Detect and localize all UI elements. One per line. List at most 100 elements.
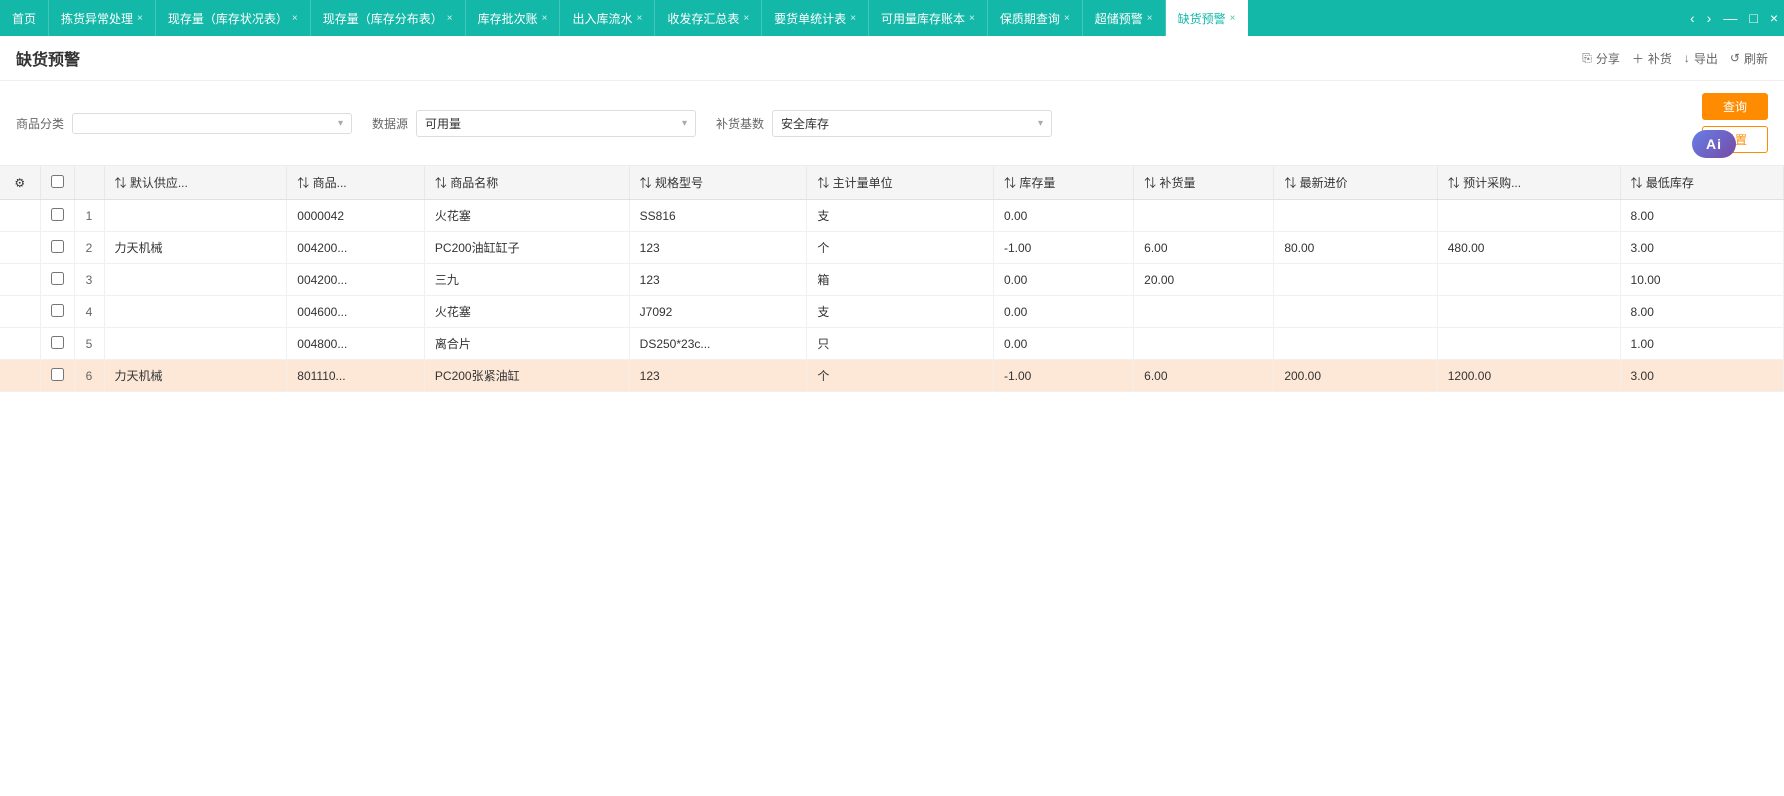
row-checkbox-cell[interactable] xyxy=(40,264,74,296)
close-icon[interactable]: × xyxy=(1147,13,1153,24)
tab-item-7[interactable]: 要货单统计表× xyxy=(762,0,869,36)
row-stock: -1.00 xyxy=(993,232,1133,264)
tab-label: 拣货异常处理 xyxy=(61,10,133,27)
col-default-supplier[interactable]: ⇅ 默认供应... xyxy=(104,166,287,200)
close-icon[interactable]: × xyxy=(542,13,548,24)
col-product-code[interactable]: ⇅ 商品... xyxy=(287,166,425,200)
row-estimated-purchase: 480.00 xyxy=(1437,232,1620,264)
row-min-stock: 3.00 xyxy=(1620,232,1783,264)
row-gear xyxy=(0,264,40,296)
datasource-select[interactable]: 可用量 ▾ xyxy=(416,110,696,137)
tab-item-5[interactable]: 出入库流水 × xyxy=(560,0,655,36)
share-button[interactable]: ⎘ 分享 xyxy=(1582,50,1620,67)
close-icon[interactable]: × xyxy=(969,13,975,24)
row-spec: 123 xyxy=(629,360,807,392)
sort-icon-6: ⇅ xyxy=(1004,176,1016,190)
col-stock[interactable]: ⇅ 库存量 xyxy=(993,166,1133,200)
close-icon[interactable]: × xyxy=(1230,13,1236,24)
col-estimated-purchase[interactable]: ⇅ 预计采购... xyxy=(1437,166,1620,200)
row-checkbox-cell[interactable] xyxy=(40,360,74,392)
page-title: 缺货预警 xyxy=(16,46,80,70)
ai-badge[interactable]: Ai xyxy=(1692,130,1736,158)
row-gear xyxy=(0,296,40,328)
col-min-stock[interactable]: ⇅ 最低库存 xyxy=(1620,166,1783,200)
datasource-label: 数据源 xyxy=(372,115,408,132)
row-gear xyxy=(0,360,40,392)
close-icon[interactable]: × xyxy=(447,13,453,24)
tab-item-2[interactable]: 现存量（库存状况表）× xyxy=(156,0,311,36)
row-replenish xyxy=(1134,328,1274,360)
row-unit: 支 xyxy=(807,200,994,232)
tab-item-0[interactable]: 首页 xyxy=(0,0,49,36)
filter-area: 商品分类 ▾ 数据源 可用量 ▾ 补货基数 安全库存 ▾ 查询 设置 xyxy=(0,81,1784,166)
row-checkbox-cell[interactable] xyxy=(40,200,74,232)
export-icon: ↓ xyxy=(1684,51,1690,65)
window-minimize-btn[interactable]: — xyxy=(1717,0,1743,36)
tab-nav-next[interactable]: › xyxy=(1701,0,1718,36)
tab-label: 出入库流水 xyxy=(572,10,632,27)
tab-nav-prev[interactable]: ‹ xyxy=(1684,0,1701,36)
replenish-button[interactable]: ＋ 补货 xyxy=(1632,50,1672,67)
row-product-code: 004600... xyxy=(287,296,425,328)
row-checkbox[interactable] xyxy=(51,304,64,317)
query-button[interactable]: 查询 xyxy=(1702,93,1768,120)
row-stock: 0.00 xyxy=(993,264,1133,296)
col-gear[interactable]: ⚙ xyxy=(0,166,40,200)
header-actions: ⎘ 分享 ＋ 补货 ↓ 导出 ↺ 刷新 xyxy=(1582,50,1768,67)
close-icon[interactable]: × xyxy=(636,13,642,24)
table-header-row: ⚙ ⇅ 默认供应... ⇅ 商品... ⇅ 商品名称 ⇅ 规格型号 ⇅ 主计量单… xyxy=(0,166,1784,200)
row-checkbox-cell[interactable] xyxy=(40,296,74,328)
category-select[interactable]: ▾ xyxy=(72,113,352,134)
row-checkbox[interactable] xyxy=(51,336,64,349)
data-table: ⚙ ⇅ 默认供应... ⇅ 商品... ⇅ 商品名称 ⇅ 规格型号 ⇅ 主计量单… xyxy=(0,166,1784,392)
sort-icon-2: ⇅ xyxy=(297,176,309,190)
tab-item-8[interactable]: 可用量库存账本× xyxy=(869,0,988,36)
col-unit[interactable]: ⇅ 主计量单位 xyxy=(807,166,994,200)
share-icon: ⎘ xyxy=(1582,51,1592,66)
col-replenish[interactable]: ⇅ 补货量 xyxy=(1134,166,1274,200)
export-button[interactable]: ↓ 导出 xyxy=(1684,50,1718,67)
row-checkbox[interactable] xyxy=(51,368,64,381)
close-icon[interactable]: × xyxy=(1064,13,1070,24)
row-gear xyxy=(0,232,40,264)
row-unit: 个 xyxy=(807,360,994,392)
sort-icon-10: ⇅ xyxy=(1631,176,1643,190)
tab-item-11[interactable]: 缺货预警× xyxy=(1166,0,1249,36)
sort-icon-9: ⇅ xyxy=(1448,176,1460,190)
tab-item-9[interactable]: 保质期查询× xyxy=(988,0,1083,36)
select-all-checkbox[interactable] xyxy=(51,175,64,188)
window-maximize-btn[interactable]: □ xyxy=(1743,0,1763,36)
close-icon[interactable]: × xyxy=(743,13,749,24)
tab-item-3[interactable]: 现存量（库存分布表）× xyxy=(311,0,466,36)
col-product-name[interactable]: ⇅ 商品名称 xyxy=(424,166,629,200)
row-checkbox-cell[interactable] xyxy=(40,232,74,264)
main-content: 缺货预警 ⎘ 分享 ＋ 补货 ↓ 导出 ↺ 刷新 商品分类 xyxy=(0,36,1784,796)
col-spec[interactable]: ⇅ 规格型号 xyxy=(629,166,807,200)
row-product-name: 火花塞 xyxy=(424,296,629,328)
row-replenish: 6.00 xyxy=(1134,360,1274,392)
tab-item-1[interactable]: 拣货异常处理 × xyxy=(49,0,156,36)
tab-item-10[interactable]: 超储预警× xyxy=(1083,0,1166,36)
row-latest-price: 80.00 xyxy=(1274,232,1437,264)
sort-icon-5: ⇅ xyxy=(817,176,829,190)
row-checkbox[interactable] xyxy=(51,240,64,253)
row-checkbox[interactable] xyxy=(51,208,64,221)
row-default-supplier: 力天机械 xyxy=(104,360,287,392)
window-close-btn[interactable]: × xyxy=(1764,0,1784,36)
col-latest-price[interactable]: ⇅ 最新进价 xyxy=(1274,166,1437,200)
row-checkbox-cell[interactable] xyxy=(40,328,74,360)
close-icon[interactable]: × xyxy=(292,13,298,24)
row-num: 4 xyxy=(74,296,104,328)
sort-icon-3: ⇅ xyxy=(435,176,447,190)
sort-icon-7: ⇅ xyxy=(1144,176,1156,190)
tab-item-6[interactable]: 收发存汇总表× xyxy=(655,0,762,36)
col-checkbox[interactable] xyxy=(40,166,74,200)
close-icon[interactable]: × xyxy=(850,13,856,24)
refresh-button[interactable]: ↺ 刷新 xyxy=(1730,50,1768,67)
row-checkbox[interactable] xyxy=(51,272,64,285)
row-product-name: PC200油缸缸子 xyxy=(424,232,629,264)
close-icon[interactable]: × xyxy=(137,13,143,24)
tab-item-4[interactable]: 库存批次账× xyxy=(466,0,561,36)
replenish-base-select[interactable]: 安全库存 ▾ xyxy=(772,110,1052,137)
row-product-code: 004200... xyxy=(287,232,425,264)
